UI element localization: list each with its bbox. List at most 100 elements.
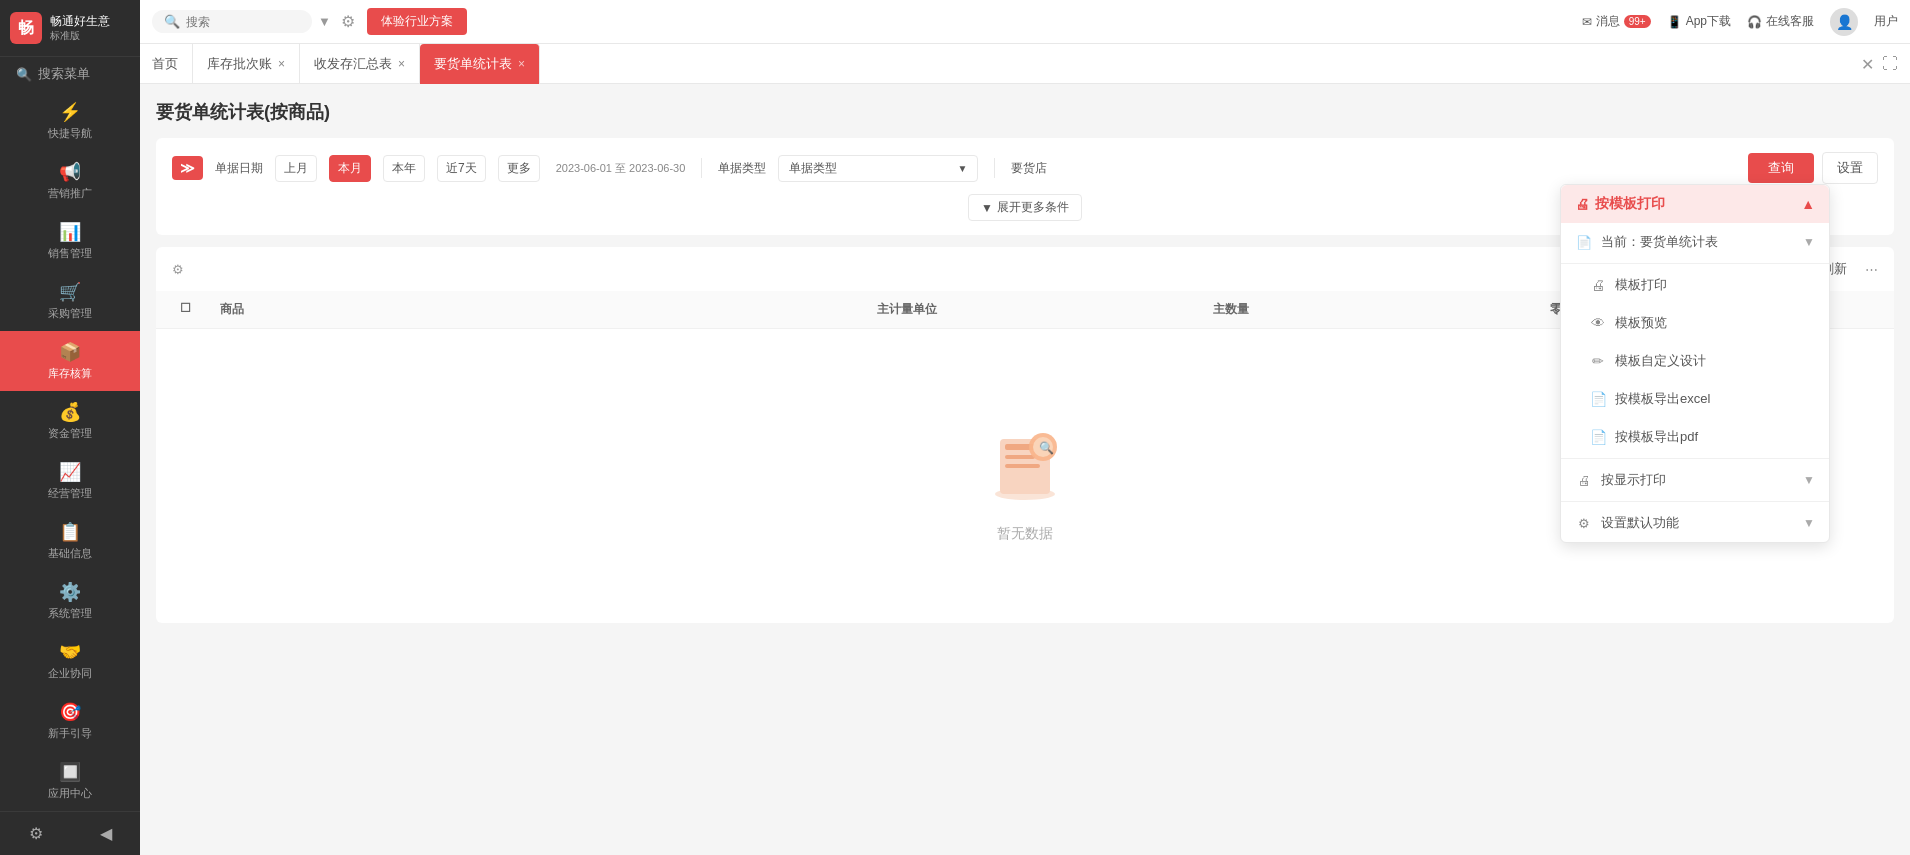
sidebar-item-sales[interactable]: 📊 销售管理 [0,211,140,271]
toolbar-more-icon[interactable]: ⋯ [1865,262,1878,277]
message-icon: ✉ [1582,15,1592,29]
trial-btn[interactable]: 体验行业方案 [367,8,467,35]
sidebar-logo: 畅 畅通好生意 标准版 [0,0,140,57]
tab-home[interactable]: 首页 [152,44,193,84]
filter-row-1: ≫ 单据日期 上月 本月 本年 近7天 更多 2023-06-01 至 2023… [172,152,1878,184]
tab-order-stats[interactable]: 要货单统计表 × [420,44,540,84]
category-filter-label: 要货店 [1011,160,1047,177]
sidebar-item-purchase[interactable]: 🛒 采购管理 [0,271,140,331]
user-icon: 👤 [1836,14,1853,30]
print-dropdown-section-1[interactable]: ⚙ 设置默认功能 ▼ [1561,504,1829,542]
sidebar-search[interactable]: 🔍 搜索菜单 [0,57,140,91]
print-dropdown-section-0[interactable]: 🖨 按显示打印 ▼ [1561,461,1829,499]
app-download-icon: 📱 [1667,15,1682,29]
table-action-icon: ⚙ [172,262,184,277]
print-dropdown-header: 🖨 按模板打印 ▲ [1561,185,1829,223]
default-function-section-left: ⚙ 设置默认功能 [1575,514,1679,532]
tab-stock-summary[interactable]: 收发存汇总表 × [300,44,420,84]
topbar-right: ✉ 消息 99+ 📱 App下载 🎧 在线客服 👤 用户 [1582,8,1898,36]
date-filter-label: 单据日期 [215,160,263,177]
date-range-text: 2023-06-01 至 2023-06-30 [556,161,686,176]
tab-bar: 首页 库存批次账 × 收发存汇总表 × 要货单统计表 × ✕ ⛶ [140,44,1910,84]
print-dropdown-item-0[interactable]: 🖨 模板打印 [1561,266,1829,304]
user-avatar[interactable]: 👤 [1830,8,1858,36]
export-pdf-icon: 📄 [1589,429,1607,445]
customer-service-item[interactable]: 🎧 在线客服 [1747,13,1814,30]
settings-footer-btn[interactable]: ⚙ [29,824,43,843]
basic-icon: 📋 [59,521,81,543]
sidebar-item-appstore[interactable]: 🔲 应用中心 [0,751,140,811]
empty-text: 暂无数据 [997,525,1053,543]
th-unit: 主计量单位 [869,301,1205,318]
print-dropdown-collapse-btn[interactable]: ▲ [1801,196,1815,212]
tab-inventory-batch[interactable]: 库存批次账 × [193,44,300,84]
finance-icon: 💰 [59,401,81,423]
app-download-item[interactable]: 📱 App下载 [1667,13,1731,30]
print-dropdown-item-1[interactable]: 👁 模板预览 [1561,304,1829,342]
sidebar-footer: ⚙ ◀ [0,811,140,855]
svg-rect-4 [1005,464,1040,468]
th-product: 商品 [212,301,869,318]
inventory-icon: 📦 [59,341,81,363]
topbar-search-icon: 🔍 [164,14,180,29]
th-checkbox: ☐ [172,301,212,318]
print-dropdown-divider-2 [1561,501,1829,502]
print-dropdown-current[interactable]: 📄 当前：要货单统计表 ▼ [1561,223,1829,261]
appstore-icon: 🔲 [59,761,81,783]
top-bar: 🔍 ▼ ⚙ 体验行业方案 ✉ 消息 99+ 📱 App下载 🎧 在线客服 👤 [140,0,1910,44]
print-dropdown-current-left: 📄 当前：要货单统计表 [1575,233,1718,251]
customer-service-icon: 🎧 [1747,15,1762,29]
top-bar-search-box[interactable]: 🔍 [152,10,312,33]
expand-more-btn[interactable]: ▼ 展开更多条件 [968,194,1082,221]
print-dropdown-item-2[interactable]: ✏ 模板自定义设计 [1561,342,1829,380]
tab-bar-expand-btn[interactable]: ⛶ [1882,55,1898,73]
print-dropdown-divider-1 [1561,458,1829,459]
tab-close-stock-summary[interactable]: × [398,57,405,71]
th-checkbox-icon[interactable]: ☐ [180,301,191,315]
print-dropdown-divider-0 [1561,263,1829,264]
sidebar-item-system[interactable]: ⚙️ 系统管理 [0,571,140,631]
filter-divider-2 [994,158,995,178]
date-btn-more[interactable]: 更多 [498,155,540,182]
sidebar-item-quick-nav[interactable]: ⚡ 快捷导航 [0,91,140,151]
date-btn-this-month[interactable]: 本月 [329,155,371,182]
message-item[interactable]: ✉ 消息 99+ [1582,13,1651,30]
topbar-gear-icon[interactable]: ⚙ [341,12,355,31]
date-btn-7days[interactable]: 近7天 [437,155,486,182]
svg-rect-3 [1005,455,1035,459]
guide-icon: 🎯 [59,701,81,723]
type-select-chevron: ▼ [957,163,967,174]
sidebar-item-operation[interactable]: 📈 经营管理 [0,451,140,511]
display-print-chevron: ▼ [1803,473,1815,487]
type-filter-label: 单据类型 [718,160,766,177]
query-btn[interactable]: 查询 [1748,153,1814,183]
svg-text:🔍: 🔍 [1039,440,1054,455]
topbar-dropdown-chevron[interactable]: ▼ [318,14,331,29]
sidebar-item-guide[interactable]: 🎯 新手引导 [0,691,140,751]
tab-close-inventory-batch[interactable]: × [278,57,285,71]
type-filter-select[interactable]: 单据类型 ▼ [778,155,978,182]
display-print-icon: 🖨 [1575,473,1593,488]
print-dropdown-item-4[interactable]: 📄 按模板导出pdf [1561,418,1829,456]
topbar-search-input[interactable] [186,15,300,29]
sidebar-item-basic[interactable]: 📋 基础信息 [0,511,140,571]
sales-icon: 📊 [59,221,81,243]
sidebar-item-collab[interactable]: 🤝 企业协同 [0,631,140,691]
date-btn-last-month[interactable]: 上月 [275,155,317,182]
collab-icon: 🤝 [59,641,81,663]
date-btn-this-year[interactable]: 本年 [383,155,425,182]
audio-footer-btn[interactable]: ◀ [100,824,112,843]
marketing-icon: 📢 [59,161,81,183]
tab-bar-close-btn[interactable]: ✕ [1861,54,1874,73]
print-dropdown: 🖨 按模板打印 ▲ 📄 当前：要货单统计表 ▼ 🖨 模板打印 👁 [1560,184,1830,543]
sidebar-item-inventory[interactable]: 📦 库存核算 [0,331,140,391]
print-dropdown-item-3[interactable]: 📄 按模板导出excel [1561,380,1829,418]
empty-illustration: 🔍 [975,409,1075,509]
sidebar-item-finance[interactable]: 💰 资金管理 [0,391,140,451]
tab-bar-controls: ✕ ⛶ [1861,54,1898,73]
tab-close-order-stats[interactable]: × [518,57,525,71]
settings-btn[interactable]: 设置 [1822,152,1878,184]
filter-expand-btn[interactable]: ≫ [172,156,203,180]
page-title: 要货单统计表(按商品) [156,100,1894,124]
sidebar-item-marketing[interactable]: 📢 营销推广 [0,151,140,211]
